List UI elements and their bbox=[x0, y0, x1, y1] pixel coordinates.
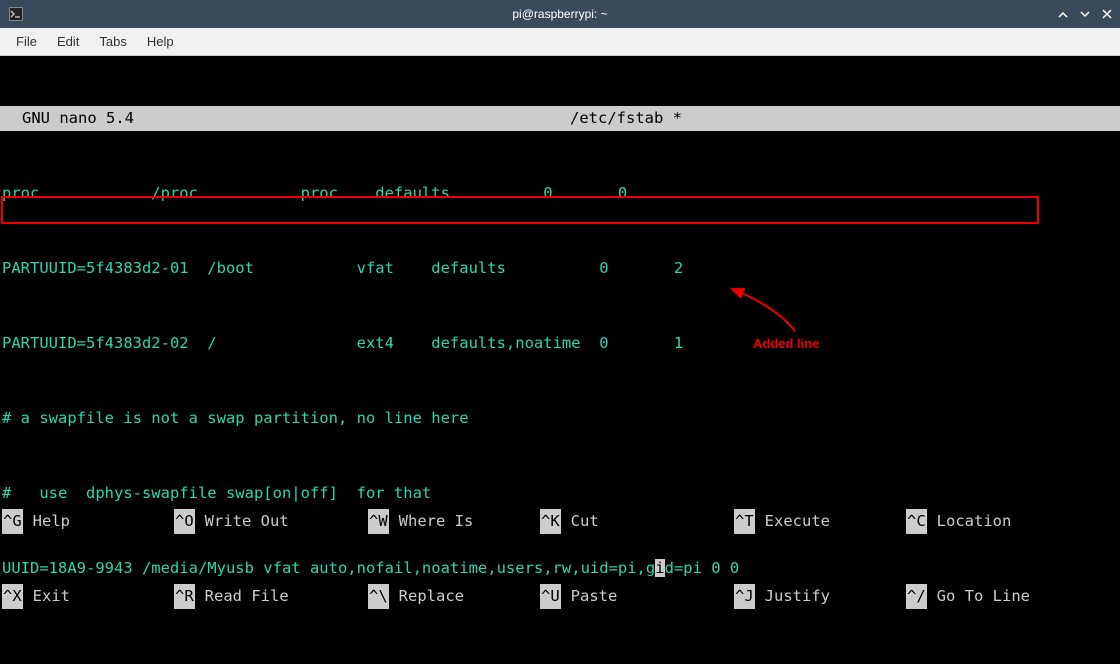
terminal-area[interactable]: GNU nano 5.4 /etc/fstab * proc /proc pro… bbox=[0, 56, 1120, 664]
shortcut-help: ^GHelp bbox=[2, 509, 174, 534]
fstab-line-boot: PARTUUID=5f4383d2-01 /boot vfat defaults… bbox=[0, 256, 1120, 281]
nano-app-name: GNU nano 5.4 bbox=[2, 106, 134, 131]
fstab-line-proc: proc /proc proc defaults 0 0 bbox=[0, 181, 1120, 206]
shortcut-replace: ^\Replace bbox=[368, 584, 540, 609]
shortcut-where-is: ^WWhere Is bbox=[368, 509, 540, 534]
menu-edit[interactable]: Edit bbox=[47, 30, 89, 53]
window-title: pi@raspberrypi: ~ bbox=[512, 7, 607, 21]
shortcut-justify: ^JJustify bbox=[734, 584, 906, 609]
menu-file[interactable]: File bbox=[6, 30, 47, 53]
terminal-icon bbox=[8, 6, 24, 22]
fstab-line-root: PARTUUID=5f4383d2-02 / ext4 defaults,noa… bbox=[0, 331, 1120, 356]
menu-tabs[interactable]: Tabs bbox=[89, 30, 136, 53]
nano-footer: ^GHelp ^OWrite Out ^WWhere Is ^KCut ^TEx… bbox=[0, 459, 1120, 659]
shortcut-execute: ^TExecute bbox=[734, 509, 906, 534]
shortcut-location: ^CLocation bbox=[906, 509, 1078, 534]
window-titlebar: pi@raspberrypi: ~ bbox=[0, 0, 1120, 28]
shortcut-paste: ^UPaste bbox=[540, 584, 734, 609]
footer-row-1: ^GHelp ^OWrite Out ^WWhere Is ^KCut ^TEx… bbox=[0, 509, 1120, 534]
nano-header: GNU nano 5.4 /etc/fstab * bbox=[0, 106, 1120, 131]
minimize-button[interactable] bbox=[1056, 7, 1070, 21]
menu-help[interactable]: Help bbox=[137, 30, 184, 53]
shortcut-write-out: ^OWrite Out bbox=[174, 509, 368, 534]
annotation-label: Added line bbox=[753, 331, 819, 356]
footer-row-2: ^XExit ^RRead File ^\Replace ^UPaste ^JJ… bbox=[0, 584, 1120, 609]
shortcut-goto-line: ^/Go To Line bbox=[906, 584, 1078, 609]
nano-file-name: /etc/fstab * bbox=[134, 106, 1118, 131]
window-controls bbox=[1056, 7, 1114, 21]
menu-bar: File Edit Tabs Help bbox=[0, 28, 1120, 56]
shortcut-read-file: ^RRead File bbox=[174, 584, 368, 609]
shortcut-exit: ^XExit bbox=[2, 584, 174, 609]
fstab-comment-1: # a swapfile is not a swap partition, no… bbox=[0, 406, 1120, 431]
shortcut-cut: ^KCut bbox=[540, 509, 734, 534]
maximize-button[interactable] bbox=[1078, 7, 1092, 21]
close-button[interactable] bbox=[1100, 7, 1114, 21]
